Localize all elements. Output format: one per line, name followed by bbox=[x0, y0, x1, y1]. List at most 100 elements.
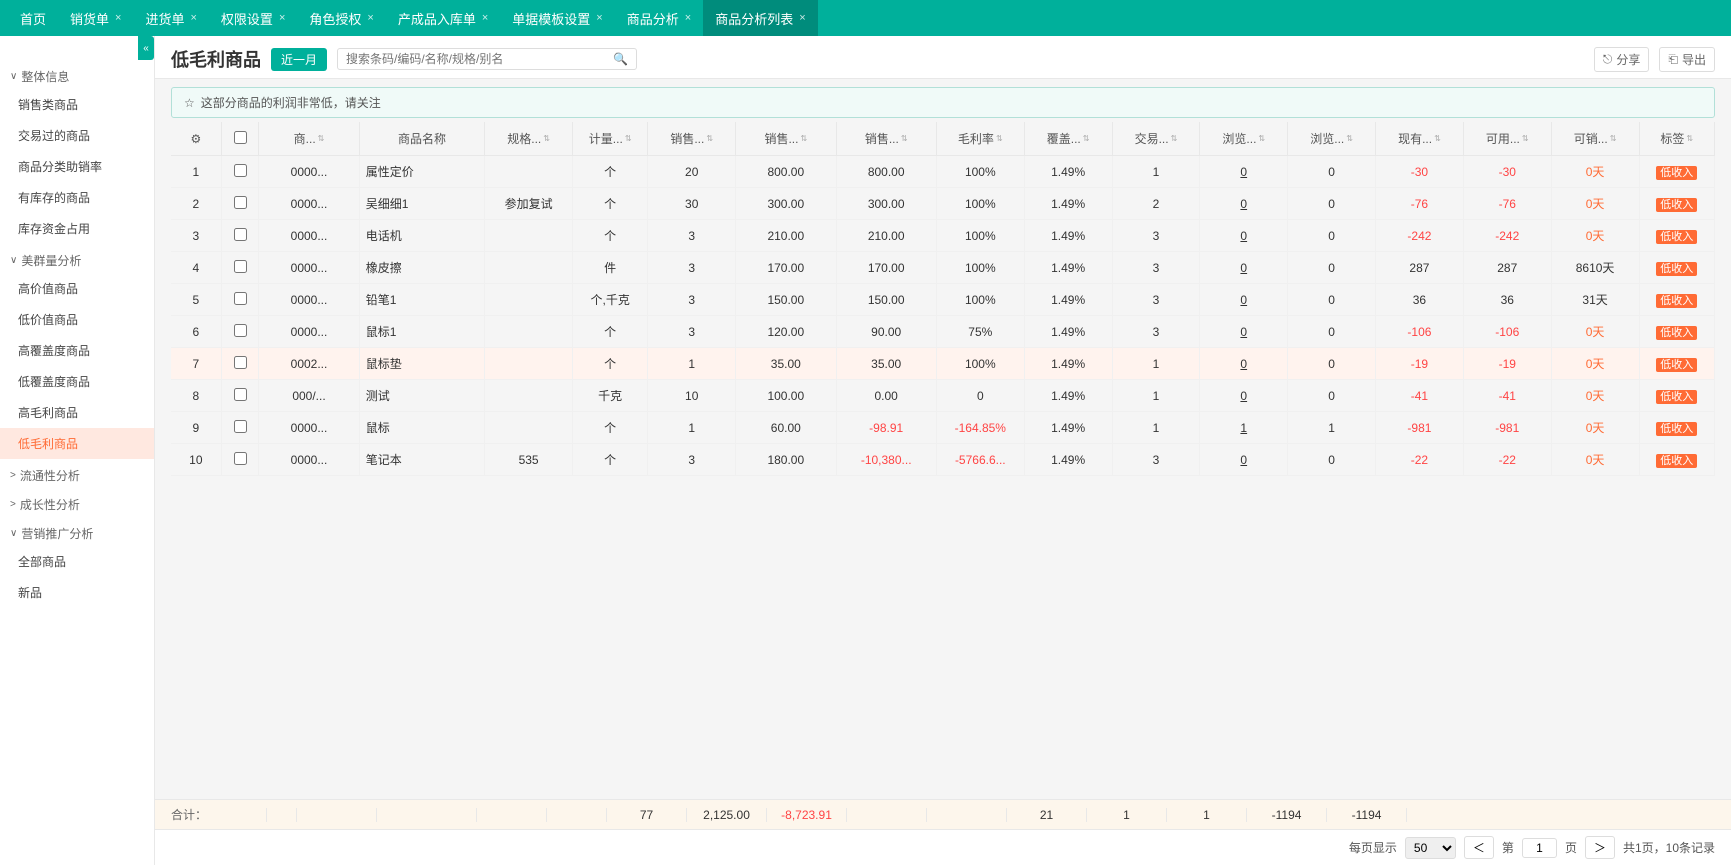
row-view1[interactable]: 0 bbox=[1200, 316, 1288, 348]
sidebar-item-销售类商品[interactable]: 销售类商品 bbox=[0, 89, 154, 120]
row-checkbox[interactable] bbox=[234, 324, 247, 337]
sort-icon[interactable]: ⇅ bbox=[318, 134, 325, 143]
footer-current-stock: -1194 bbox=[1247, 808, 1327, 822]
row-checkbox[interactable] bbox=[234, 420, 247, 433]
row-view1[interactable]: 0 bbox=[1200, 348, 1288, 380]
sidebar-item-低覆盖度商品[interactable]: 低覆盖度商品 bbox=[0, 366, 154, 397]
close-icon[interactable]: × bbox=[596, 12, 602, 24]
sidebar-item-高价值商品[interactable]: 高价值商品 bbox=[0, 273, 154, 304]
nav-item-销货单[interactable]: 销货单× bbox=[58, 0, 133, 36]
row-checkbox[interactable] bbox=[234, 228, 247, 241]
sidebar-item-交易过的商品[interactable]: 交易过的商品 bbox=[0, 120, 154, 151]
view1-link[interactable]: 0 bbox=[1240, 261, 1247, 275]
row-view1[interactable]: 0 bbox=[1200, 252, 1288, 284]
row-view1[interactable]: 0 bbox=[1200, 444, 1288, 476]
per-page-select[interactable]: 50 100 200 bbox=[1405, 837, 1456, 859]
filter-btn[interactable]: 近一月 bbox=[271, 48, 327, 71]
view1-link[interactable]: 1 bbox=[1240, 421, 1247, 435]
sort-icon[interactable]: ⇅ bbox=[996, 134, 1003, 143]
sort-icon[interactable]: ⇅ bbox=[706, 134, 713, 143]
close-icon[interactable]: × bbox=[482, 12, 488, 24]
close-icon[interactable]: × bbox=[279, 12, 285, 24]
sidebar-collapse-btn[interactable]: « bbox=[138, 36, 154, 60]
row-checkbox[interactable] bbox=[234, 196, 247, 209]
sidebar-group-流通性分析[interactable]: >流通性分析 bbox=[0, 459, 154, 488]
sort-icon[interactable]: ⇅ bbox=[543, 134, 550, 143]
sort-icon[interactable]: ⇅ bbox=[1686, 134, 1693, 143]
share-btn[interactable]: ⎋ 分享 bbox=[1594, 47, 1650, 72]
nav-item-角色授权[interactable]: 角色授权× bbox=[297, 0, 385, 36]
row-view1[interactable]: 0 bbox=[1200, 156, 1288, 188]
row-checkbox[interactable] bbox=[234, 388, 247, 401]
sidebar-item-全部商品[interactable]: 全部商品 bbox=[0, 546, 154, 577]
row-num: 7 bbox=[171, 348, 221, 380]
col-header-checkbox[interactable] bbox=[221, 122, 259, 156]
close-icon[interactable]: × bbox=[799, 12, 805, 24]
footer-total-label: 合计： bbox=[171, 806, 207, 823]
view1-link[interactable]: 0 bbox=[1240, 229, 1247, 243]
sidebar-group-成长性分析[interactable]: >成长性分析 bbox=[0, 488, 154, 517]
row-num: 2 bbox=[171, 188, 221, 220]
close-icon[interactable]: × bbox=[367, 12, 373, 24]
row-unit: 个 bbox=[573, 156, 648, 188]
sort-icon[interactable]: ⇅ bbox=[1083, 134, 1090, 143]
sort-icon[interactable]: ⇅ bbox=[1434, 134, 1441, 143]
prev-page-btn[interactable]: ＜ bbox=[1464, 836, 1494, 859]
sort-icon[interactable]: ⇅ bbox=[1522, 134, 1529, 143]
col-header-settings[interactable]: ⚙ bbox=[171, 122, 221, 156]
view1-link[interactable]: 0 bbox=[1240, 165, 1247, 179]
export-btn[interactable]: ⎗ 导出 bbox=[1659, 47, 1715, 72]
nav-item-权限设置[interactable]: 权限设置× bbox=[209, 0, 297, 36]
row-checkbox[interactable] bbox=[234, 452, 247, 465]
sidebar-item-库存资金占用[interactable]: 库存资金占用 bbox=[0, 213, 154, 244]
view1-link[interactable]: 0 bbox=[1240, 389, 1247, 403]
row-view1[interactable]: 1 bbox=[1200, 412, 1288, 444]
close-icon[interactable]: × bbox=[190, 12, 196, 24]
search-input[interactable] bbox=[346, 52, 613, 66]
nav-item-首页[interactable]: 首页 bbox=[8, 0, 58, 36]
nav-item-商品分析列表[interactable]: 商品分析列表× bbox=[703, 0, 817, 36]
close-icon[interactable]: × bbox=[115, 12, 121, 24]
sort-icon[interactable]: ⇅ bbox=[1346, 134, 1353, 143]
sidebar-item-新品[interactable]: 新品 bbox=[0, 577, 154, 608]
select-all-checkbox[interactable] bbox=[234, 131, 247, 144]
page-input[interactable]: 1 bbox=[1522, 838, 1557, 858]
sidebar-item-高覆盖度商品[interactable]: 高覆盖度商品 bbox=[0, 335, 154, 366]
row-view1[interactable]: 0 bbox=[1200, 188, 1288, 220]
table-row: 70002...鼠标垫个135.0035.00100%1.49%100-19-1… bbox=[171, 348, 1715, 380]
row-view1[interactable]: 0 bbox=[1200, 284, 1288, 316]
close-icon[interactable]: × bbox=[685, 12, 691, 24]
sidebar-item-低价值商品[interactable]: 低价值商品 bbox=[0, 304, 154, 335]
row-view1[interactable]: 0 bbox=[1200, 380, 1288, 412]
row-view1[interactable]: 0 bbox=[1200, 220, 1288, 252]
sidebar-item-商品分类助销率[interactable]: 商品分类助销率 bbox=[0, 151, 154, 182]
row-available: -242 bbox=[1463, 220, 1551, 252]
sort-icon[interactable]: ⇅ bbox=[1171, 134, 1178, 143]
sort-icon[interactable]: ⇅ bbox=[901, 134, 908, 143]
sidebar-item-低毛利商品[interactable]: 低毛利商品 bbox=[0, 428, 154, 459]
sidebar-item-有库存的商品[interactable]: 有库存的商品 bbox=[0, 182, 154, 213]
row-checkbox[interactable] bbox=[234, 164, 247, 177]
view1-link[interactable]: 0 bbox=[1240, 293, 1247, 307]
view1-link[interactable]: 0 bbox=[1240, 325, 1247, 339]
nav-item-单据模板设置[interactable]: 单据模板设置× bbox=[500, 0, 614, 36]
sidebar-group-美群量分析[interactable]: ∨美群量分析 bbox=[0, 244, 154, 273]
sidebar-group-整体信息[interactable]: ∨整体信息 bbox=[0, 60, 154, 89]
view1-link[interactable]: 0 bbox=[1240, 357, 1247, 371]
sort-icon[interactable]: ⇅ bbox=[625, 134, 632, 143]
sidebar-item-高毛利商品[interactable]: 高毛利商品 bbox=[0, 397, 154, 428]
search-icon[interactable]: 🔍 bbox=[613, 52, 628, 66]
row-checkbox[interactable] bbox=[234, 292, 247, 305]
nav-item-产成品入库单[interactable]: 产成品入库单× bbox=[386, 0, 500, 36]
view1-link[interactable]: 0 bbox=[1240, 453, 1247, 467]
sort-icon[interactable]: ⇅ bbox=[1610, 134, 1617, 143]
sort-icon[interactable]: ⇅ bbox=[800, 134, 807, 143]
nav-item-进货单[interactable]: 进货单× bbox=[133, 0, 208, 36]
row-checkbox[interactable] bbox=[234, 260, 247, 273]
view1-link[interactable]: 0 bbox=[1240, 197, 1247, 211]
nav-item-商品分析[interactable]: 商品分析× bbox=[615, 0, 703, 36]
row-checkbox[interactable] bbox=[234, 356, 247, 369]
sort-icon[interactable]: ⇅ bbox=[1258, 134, 1265, 143]
sidebar-group-营销推广分析[interactable]: ∨营销推广分析 bbox=[0, 517, 154, 546]
next-page-btn[interactable]: ＞ bbox=[1585, 836, 1615, 859]
